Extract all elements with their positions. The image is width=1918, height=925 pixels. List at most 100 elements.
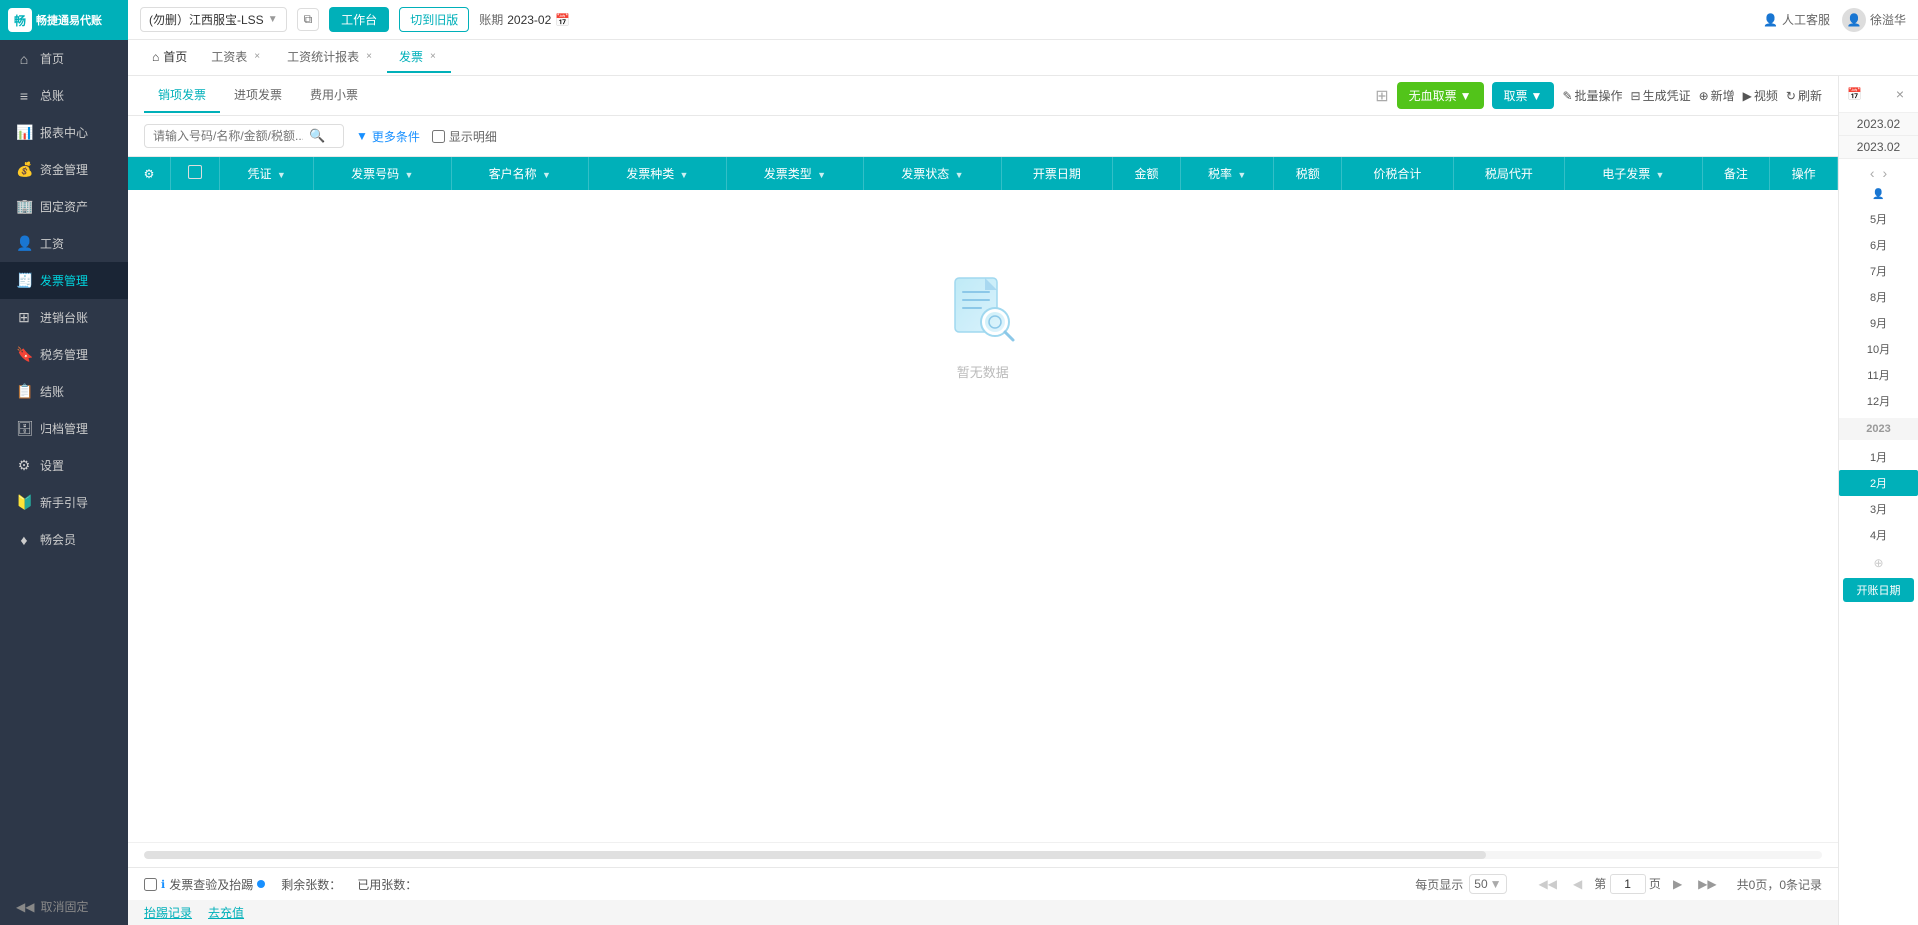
page-input[interactable] — [1610, 874, 1646, 894]
refresh-btn[interactable]: ↻ 刷新 — [1786, 87, 1822, 104]
sidebar-item-purchase-sales[interactable]: ⊞ 进销台账 — [0, 299, 128, 336]
month-2023-2[interactable]: 2月 — [1839, 470, 1918, 496]
col-settings[interactable]: ⚙ — [128, 157, 171, 190]
col-tax-rate[interactable]: 税率 ▼ — [1180, 157, 1274, 190]
col-tax-total[interactable]: 价税合计 — [1342, 157, 1453, 190]
go-settings-link[interactable]: 去充值 — [208, 904, 244, 921]
tab-close-salary[interactable]: × — [251, 50, 263, 63]
copy-button[interactable]: ⧉ — [297, 8, 320, 31]
col-remark[interactable]: 备注 — [1702, 157, 1770, 190]
col-open-date[interactable]: 开票日期 — [1001, 157, 1112, 190]
tab-home[interactable]: ⌂ 首页 — [140, 42, 199, 73]
subtab-purchase[interactable]: 进项发票 — [220, 78, 296, 113]
tab-close-salary-stats[interactable]: × — [363, 50, 375, 63]
sidebar-item-reports[interactable]: 📊 报表中心 — [0, 114, 128, 151]
month-6[interactable]: 6月 — [1839, 232, 1918, 258]
date-panel-close-btn[interactable]: × — [1890, 82, 1910, 106]
user-avatar[interactable]: 👤 徐溢华 — [1842, 8, 1906, 32]
month-8[interactable]: 8月 — [1839, 284, 1918, 310]
column-settings-icon[interactable]: ⊞ — [1375, 86, 1388, 106]
tab-invoice[interactable]: 发票 × — [387, 42, 451, 73]
bottom-bar: ℹ 发票查验及抬踢 剩余张数： 已用张数： 每页显示 5 — [128, 867, 1838, 900]
subtab-sales[interactable]: 销项发票 — [144, 78, 220, 113]
col-tax-code[interactable]: 税局代开 — [1453, 157, 1564, 190]
old-version-button[interactable]: 切到旧版 — [399, 7, 469, 32]
company-selector[interactable]: (勿删）江西服宝-LSS ▼ — [140, 7, 287, 32]
sidebar-item-fixed-assets[interactable]: 🏢 固定资产 — [0, 188, 128, 225]
col-invoice-category[interactable]: 发票类型 ▼ — [726, 157, 864, 190]
date-next-arrow[interactable]: › — [1881, 163, 1890, 183]
home-icon: ⌂ — [16, 51, 32, 67]
guide-icon: 🔰 — [16, 494, 32, 511]
month-9[interactable]: 9月 — [1839, 310, 1918, 336]
col-amount[interactable]: 金额 — [1113, 157, 1181, 190]
invoice-btn[interactable]: 取票 ▼ — [1492, 82, 1555, 109]
workbench-button[interactable]: 工作台 — [329, 7, 389, 32]
subtab-expense[interactable]: 费用小票 — [296, 78, 372, 113]
filter-btn[interactable]: ▼ 更多条件 — [356, 128, 420, 145]
add-record-link[interactable]: 抬踢记录 — [144, 904, 192, 921]
generate-voucher-btn[interactable]: ⊟ 生成凭证 — [1631, 87, 1691, 104]
tab-close-invoice[interactable]: × — [427, 50, 439, 63]
search-input[interactable] — [153, 129, 303, 143]
show-detail-checkbox[interactable]: 显示明细 — [432, 128, 497, 145]
col-invoice-no[interactable]: 发票号码 ▼ — [314, 157, 452, 190]
date-prev-arrow[interactable]: ‹ — [1868, 163, 1877, 183]
logo-text: 畅捷通易代账 — [36, 12, 102, 28]
invoice-table-area: ⚙ 凭证 ▼ 发票号码 ▼ 客户名称 ▼ 发票种类 ▼ 发票类型 ▼ 发票状态 … — [128, 157, 1838, 842]
archive-icon: 🗄 — [16, 420, 32, 437]
col-tax[interactable]: 税额 — [1274, 157, 1342, 190]
sidebar-item-label: 工资 — [40, 235, 64, 252]
show-detail-input[interactable] — [432, 130, 445, 143]
batch-op-label[interactable]: ✎ 批量操作 — [1562, 87, 1622, 104]
first-page-btn[interactable]: ◀◀ — [1535, 875, 1561, 893]
prev-page-btn[interactable]: ◀ — [1569, 875, 1586, 893]
sidebar-item-funds[interactable]: 💰 资金管理 — [0, 151, 128, 188]
col-checkbox[interactable] — [171, 157, 220, 190]
next-page-btn[interactable]: ▶ — [1669, 875, 1686, 893]
sidebar-item-home[interactable]: ⌂ 首页 — [0, 40, 128, 77]
sidebar-item-settings[interactable]: ⚙ 设置 — [0, 447, 128, 484]
select-all-checkbox[interactable] — [188, 165, 202, 179]
verify-checkbox[interactable] — [144, 878, 157, 891]
no-invoice-btn[interactable]: 无血取票 ▼ — [1397, 82, 1484, 109]
col-e-invoice[interactable]: 电子发票 ▼ — [1565, 157, 1703, 190]
month-2023-3[interactable]: 3月 — [1839, 496, 1918, 522]
video-btn[interactable]: ▶ 视频 — [1743, 87, 1778, 104]
month-10[interactable]: 10月 — [1839, 336, 1918, 362]
verify-checkbox-label[interactable]: ℹ 发票查验及抬踢 — [144, 876, 265, 893]
scroll-handle[interactable] — [144, 851, 1486, 859]
add-btn[interactable]: ⊕ 新增 — [1699, 87, 1735, 104]
sidebar-item-closing[interactable]: 📋 结账 — [0, 373, 128, 410]
col-invoice-status[interactable]: 发票状态 ▼ — [864, 157, 1002, 190]
col-voucher[interactable]: 凭证 ▼ — [220, 157, 314, 190]
month-7[interactable]: 7月 — [1839, 258, 1918, 284]
sidebar-item-invoice[interactable]: 🧾 发票管理 — [0, 262, 128, 299]
month-11[interactable]: 11月 — [1839, 362, 1918, 388]
sidebar-item-ledger[interactable]: ≡ 总账 — [0, 77, 128, 114]
verify-dot — [257, 880, 265, 888]
sidebar-item-tax[interactable]: 🔖 税务管理 — [0, 336, 128, 373]
sidebar-collapse[interactable]: ◀◀ 取消固定 — [0, 888, 128, 925]
month-5[interactable]: 5月 — [1839, 206, 1918, 232]
per-page-select[interactable]: 50 ▼ — [1469, 874, 1506, 894]
tab-salary-table[interactable]: 工资表 × — [199, 42, 275, 73]
last-page-btn[interactable]: ▶▶ — [1694, 875, 1720, 893]
col-action[interactable]: 操作 — [1770, 157, 1838, 190]
sidebar-item-guide[interactable]: 🔰 新手引导 — [0, 484, 128, 521]
sidebar-item-payroll[interactable]: 👤 工资 — [0, 225, 128, 262]
tab-salary-stats[interactable]: 工资统计报表 × — [275, 42, 387, 73]
company-name: (勿删）江西服宝-LSS — [149, 11, 264, 28]
col-customer[interactable]: 客户名称 ▼ — [451, 157, 589, 190]
service-btn[interactable]: 👤 人工客服 — [1763, 11, 1830, 28]
col-invoice-type[interactable]: 发票种类 ▼ — [589, 157, 727, 190]
sidebar-item-member[interactable]: ♦ 畅会员 — [0, 521, 128, 558]
open-period-btn[interactable]: 开账日期 — [1843, 578, 1914, 602]
search-icon[interactable]: 🔍 — [309, 128, 325, 144]
month-2023-1[interactable]: 1月 — [1839, 444, 1918, 470]
month-2023-4[interactable]: 4月 — [1839, 522, 1918, 548]
horizontal-scrollbar[interactable] — [128, 842, 1838, 867]
sidebar-item-archive[interactable]: 🗄 归档管理 — [0, 410, 128, 447]
month-12[interactable]: 12月 — [1839, 388, 1918, 414]
per-page-value: 50 — [1474, 877, 1487, 891]
